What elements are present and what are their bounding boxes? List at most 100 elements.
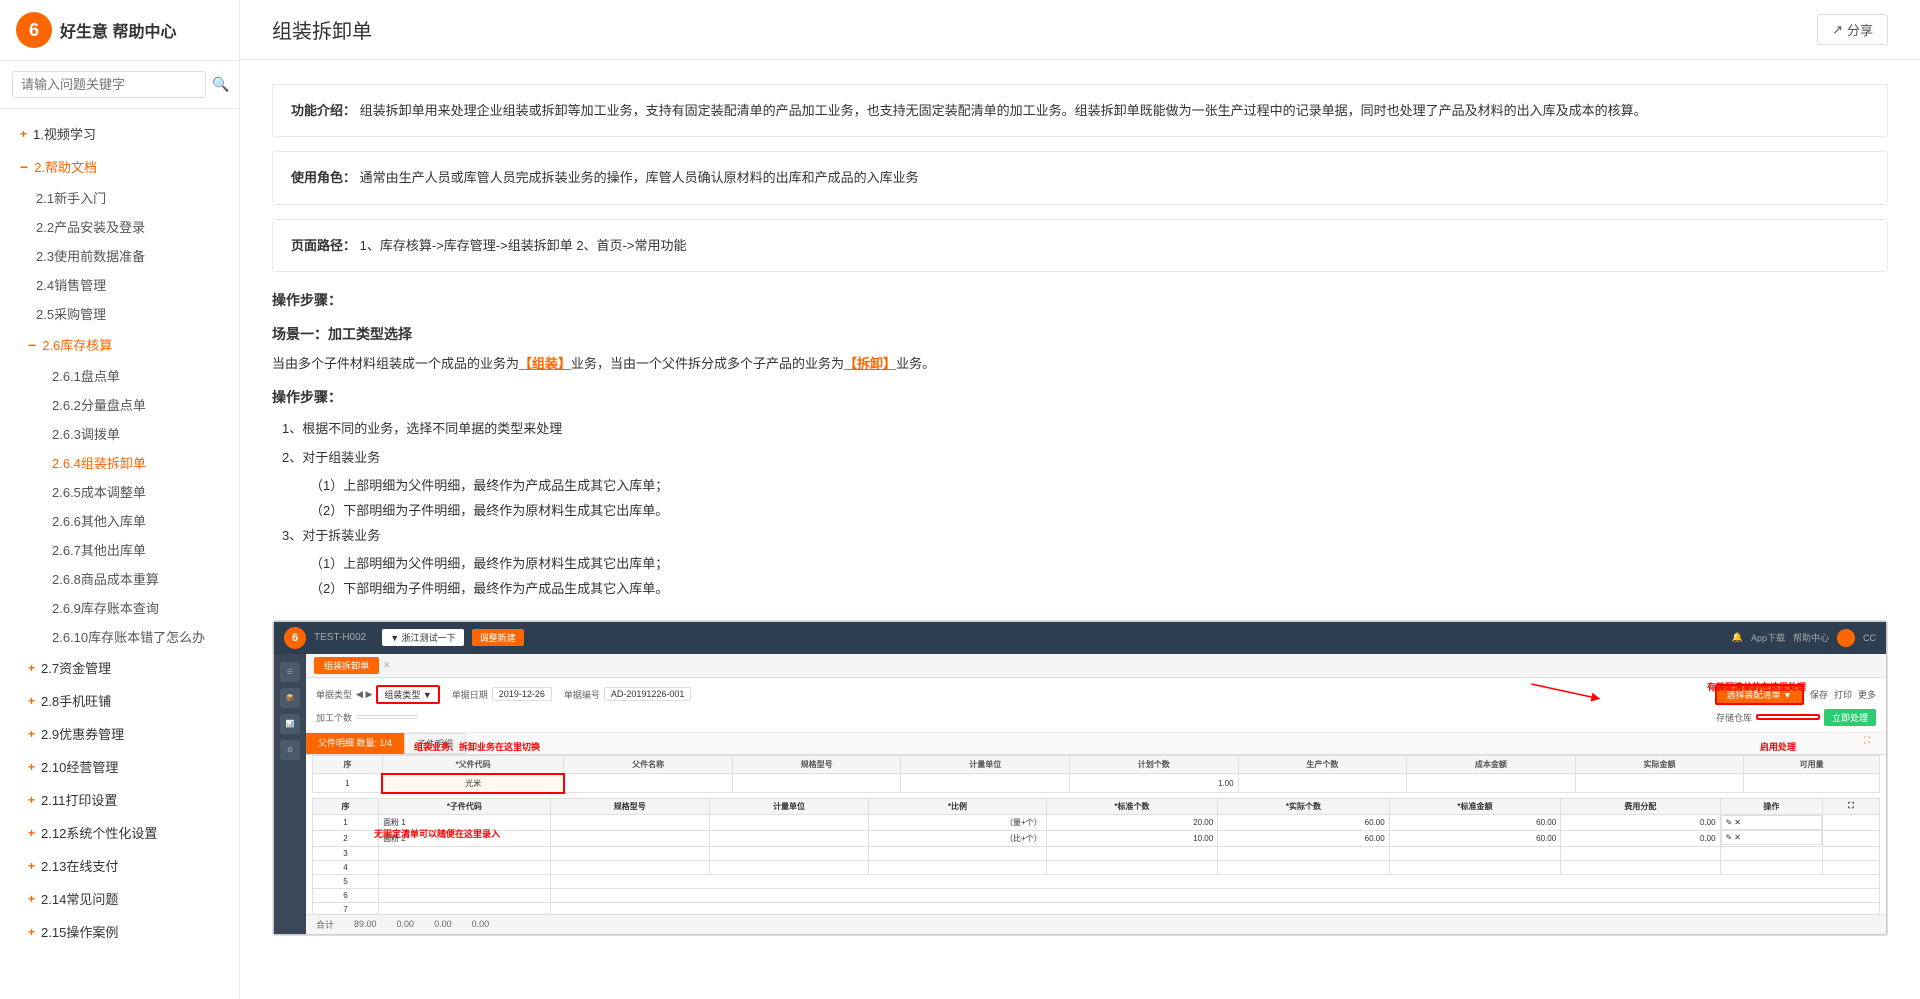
mock-td-actual-val: [1575, 774, 1744, 793]
mock-tab-icon: ✕: [383, 660, 391, 671]
mock-dept-label: 存储仓库: [1716, 711, 1752, 724]
sidebar-item-2-7[interactable]: + 2.7资金管理: [0, 651, 239, 684]
sidebar-item-2-6-4[interactable]: 2.6.4组装拆卸单: [0, 448, 239, 477]
annot-switch-label: 组装业务、拆卸业务在这里切换: [414, 740, 540, 753]
sidebar-item-2-6-5[interactable]: 2.6.5成本调整单: [0, 477, 239, 506]
mock-cth-7: *实际个数: [1218, 798, 1389, 814]
mock-th-seq: 序: [313, 755, 383, 774]
nav-tree: + 1.视频学习 − 2.帮助文档 2.1新手入门 2.2产品安装及登录 2.3…: [0, 109, 239, 999]
table-row: 7: [313, 902, 1880, 914]
mock-header-right: 🔔 App下载 帮助中心 CC: [1732, 629, 1876, 647]
mock-footer-total4: 0.00: [472, 919, 490, 929]
child-td2-8: 60.00: [1389, 830, 1560, 846]
mock-footer-total3: 0.00: [434, 919, 452, 929]
expand-icon: +: [28, 826, 35, 840]
mock-username: CC: [1863, 633, 1876, 643]
sidebar-label: 2.8手机旺铺: [41, 691, 111, 710]
mock-th-plan: 计划个数: [1069, 755, 1238, 774]
child-td2-1: 2: [313, 830, 379, 846]
sidebar-item-2-5[interactable]: 2.5采购管理: [0, 299, 239, 328]
sidebar-item-2-11[interactable]: + 2.11打印设置: [0, 783, 239, 816]
sidebar-label: 2.14常见问题: [41, 889, 118, 908]
mock-th-actual: 实际金额: [1575, 755, 1744, 774]
share-button[interactable]: ↗ 分享: [1817, 14, 1888, 45]
annot-bom-label: 有装配清单的在这里处理: [1707, 680, 1806, 693]
empty-row2-11: [1823, 860, 1880, 874]
mock-cth-3: 规格型号: [550, 798, 709, 814]
empty-row2-7: [1218, 860, 1389, 874]
highlight-disassembly: 【拆卸】: [844, 356, 896, 371]
sidebar-item-2-3[interactable]: 2.3使用前数据准备: [0, 241, 239, 270]
sidebar-item-2-4[interactable]: 2.4销售管理: [0, 270, 239, 299]
mock-td-1: 1: [313, 774, 383, 793]
mock-data-table: 序 *父件代码 父件名称 规格型号 计量单位 计划个数 生产个数 成本金额: [312, 755, 1880, 794]
main-area: 组装拆卸单 ↗ 分享 功能介绍： 组装拆卸单用来处理企业组装或拆卸等加工业务，支…: [240, 0, 1920, 999]
mock-nav-icon-2: 📦: [280, 688, 300, 708]
sidebar-item-2-8[interactable]: + 2.8手机旺铺: [0, 684, 239, 717]
empty-row4-rest: [550, 888, 1879, 902]
topbar: 组装拆卸单 ↗ 分享: [240, 0, 1920, 60]
mock-app-id: TEST-H002: [314, 632, 366, 643]
sidebar-item-2-6-1[interactable]: 2.6.1盘点单: [0, 361, 239, 390]
sidebar-item-2-6-10[interactable]: 2.6.10库存账本错了怎么办: [0, 622, 239, 651]
mock-td-code: 光米: [382, 774, 563, 793]
empty-row1-10: [1720, 846, 1823, 860]
child-td-5: （量+个）: [869, 814, 1047, 830]
child-td-3: [550, 814, 709, 830]
child-td-7: 60.00: [1218, 814, 1389, 830]
sidebar-item-2-6-3[interactable]: 2.6.3调拨单: [0, 419, 239, 448]
search-input[interactable]: [12, 71, 206, 98]
empty-row2-8: [1389, 860, 1560, 874]
empty-row2-1: 4: [313, 860, 379, 874]
sidebar-item-2-6-2[interactable]: 2.6.2分量盘点单: [0, 390, 239, 419]
empty-row4-2: [379, 888, 550, 902]
mock-avatar: [1837, 629, 1855, 647]
mock-form-row2: 加工个数 存储仓库 立即处理: [316, 709, 1876, 726]
expand-icon: +: [20, 127, 27, 141]
sidebar-item-video[interactable]: + 1.视频学习: [0, 117, 239, 150]
sidebar-item-2-6-6[interactable]: 2.6.6其他入库单: [0, 506, 239, 535]
mock-th-pname: 父件名称: [564, 755, 733, 774]
sidebar-item-2-6-8[interactable]: 2.6.8商品成本重算: [0, 564, 239, 593]
intro-label: 功能介绍：: [291, 103, 356, 118]
share-icon: ↗: [1832, 22, 1843, 38]
sidebar-item-2-6-9[interactable]: 2.6.9库存账本查询: [0, 593, 239, 622]
content-area: 功能介绍： 组装拆卸单用来处理企业组装或拆卸等加工业务，支持有固定装配清单的产品…: [240, 60, 1920, 999]
sidebar-item-2-10[interactable]: + 2.10经营管理: [0, 750, 239, 783]
mock-field-dept: 存储仓库 立即处理: [1716, 709, 1876, 726]
sidebar-item-2-15[interactable]: + 2.15操作案例: [0, 915, 239, 948]
empty-row4-1: 6: [313, 888, 379, 902]
ops-steps-title: 操作步骤：: [272, 387, 1888, 407]
sidebar-item-2-14[interactable]: + 2.14常见问题: [0, 882, 239, 915]
mock-dept-field: [1756, 714, 1820, 720]
sidebar-item-2-1[interactable]: 2.1新手入门: [0, 183, 239, 212]
sidebar-item-2-12[interactable]: + 2.12系统个性化设置: [0, 816, 239, 849]
empty-row5-1: 7: [313, 902, 379, 914]
sidebar-label: 2.10经营管理: [41, 757, 118, 776]
table-row: 2 面粉 2 （比+个） 10.00 60.00 60.00: [313, 830, 1880, 846]
sidebar-item-docs[interactable]: − 2.帮助文档: [0, 150, 239, 183]
expand-icon: +: [28, 793, 35, 807]
mock-save-btn: 保存: [1810, 688, 1828, 701]
step-2-2: （2）下部明细为子件明细，最终作为原材料生成其它出库单。: [310, 499, 1888, 524]
table-row: 6: [313, 888, 1880, 902]
search-icon[interactable]: 🔍: [212, 76, 229, 93]
screenshot-container: 6 TEST-H002 ▼ 浙江测试一下 调整新建 🔔 App下载 帮助中心 C…: [272, 620, 1888, 936]
app-logo: 6: [16, 12, 52, 48]
expand-icon: +: [28, 925, 35, 939]
mock-th-unit: 计量单位: [901, 755, 1070, 774]
path-text: 1、库存核算->库存管理->组装拆卸单 2、首页->常用功能: [360, 238, 687, 253]
mock-icon3: 帮助中心: [1793, 631, 1829, 644]
sidebar-item-2-2[interactable]: 2.2产品安装及登录: [0, 212, 239, 241]
sidebar-item-2-6-7[interactable]: 2.6.7其他出库单: [0, 535, 239, 564]
highlight-assembly: 【组装】: [519, 356, 571, 371]
sidebar-item-2-6[interactable]: − 2.6库存核算: [0, 328, 239, 361]
mock-orange-btn: 调整新建: [472, 629, 524, 646]
sidebar-item-2-9[interactable]: + 2.9优惠券管理: [0, 717, 239, 750]
mock-app-header: 6 TEST-H002 ▼ 浙江测试一下 调整新建 🔔 App下载 帮助中心 C…: [274, 622, 1886, 654]
mock-field-date: 单据日期 2019-12-26: [452, 687, 552, 701]
steps-list: 1、根据不同的业务，选择不同单据的类型来处理 2、对于组装业务 （1）上部明细为…: [282, 417, 1888, 602]
mock-tab-bar: 组装拆卸单 ✕: [306, 654, 1886, 678]
sidebar-item-2-13[interactable]: + 2.13在线支付: [0, 849, 239, 882]
path-label: 页面路径：: [291, 238, 356, 253]
